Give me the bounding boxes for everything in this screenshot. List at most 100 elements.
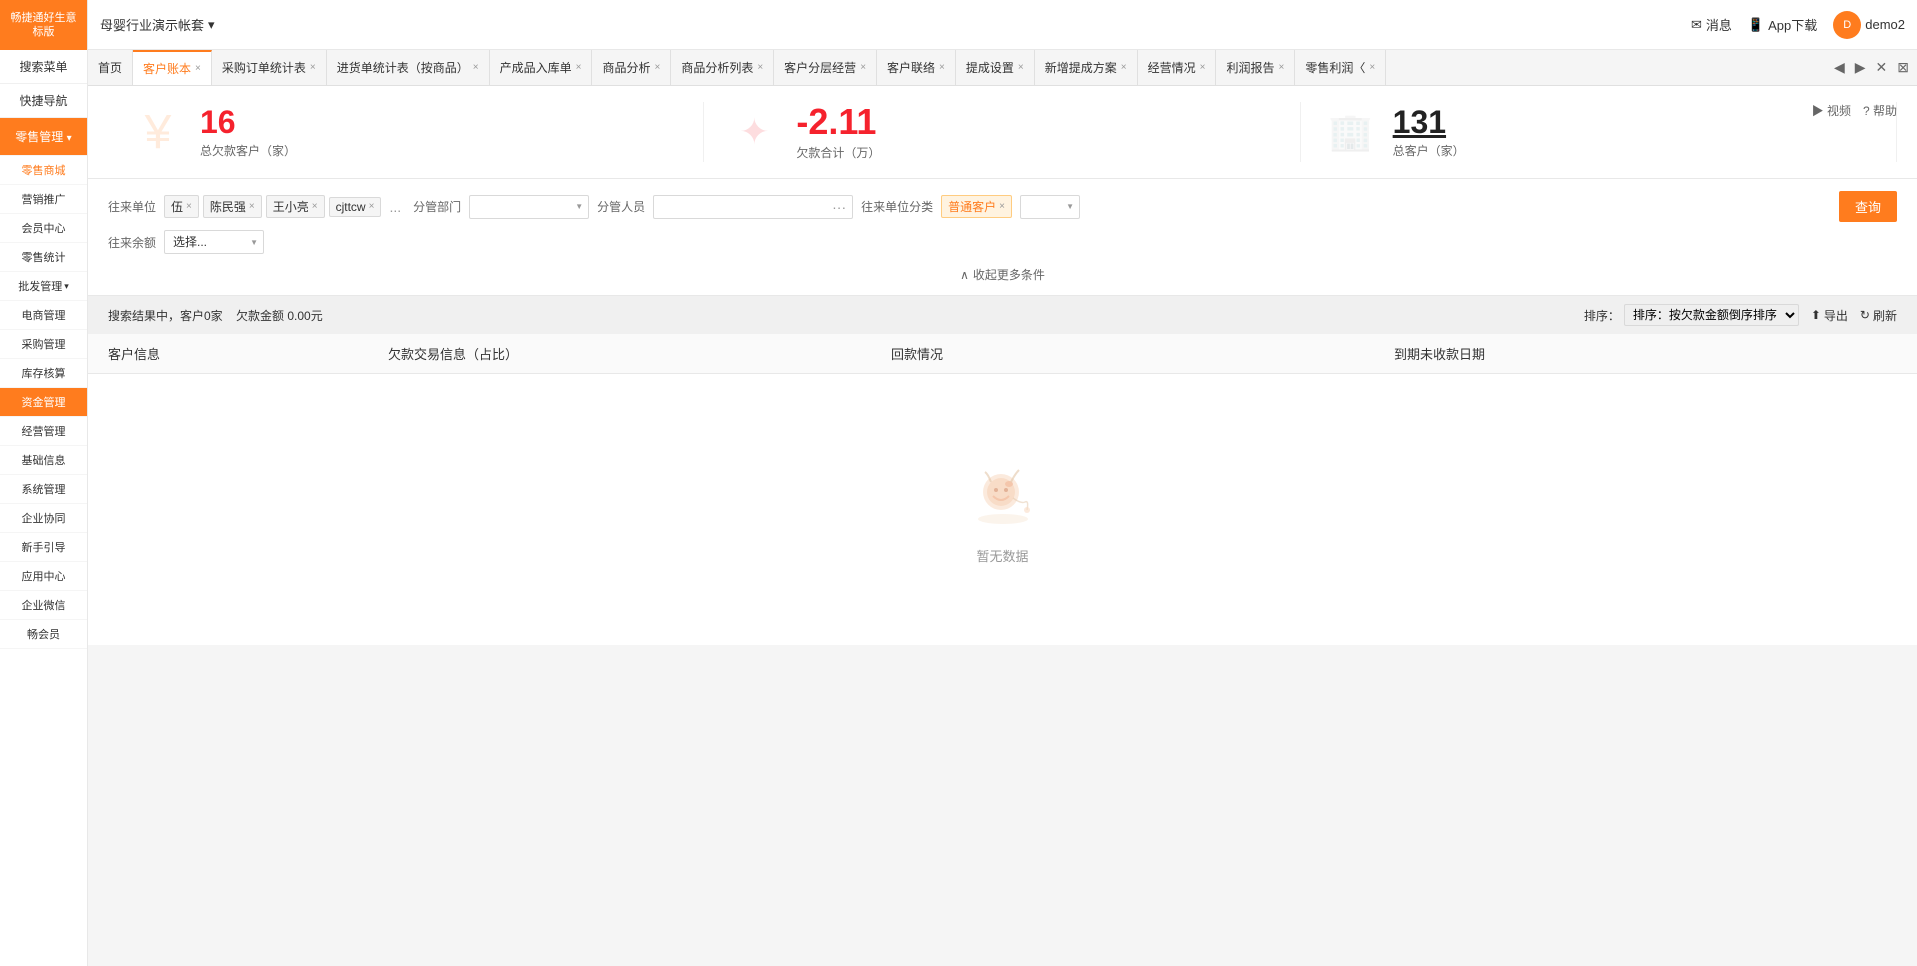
tab-maximize-icon[interactable]: ⊠ [1893, 57, 1913, 78]
sidebar-item-vip[interactable]: 畅会员 [0, 620, 87, 649]
top-bar-left: 母婴行业演示帐套 ▾ [100, 15, 215, 34]
sidebar-item-purchase[interactable]: 采购管理 [0, 330, 87, 359]
sidebar-item-finance[interactable]: 资金管理 [0, 388, 87, 417]
sidebar-item-app-center[interactable]: 应用中心 [0, 562, 87, 591]
unit-category-tags: 普通客户 × [941, 195, 1012, 218]
sidebar-item-inventory[interactable]: 库存核算 [0, 359, 87, 388]
tab-close-all-icon[interactable]: ✕ [1872, 57, 1892, 78]
tab-product-analysis[interactable]: 商品分析 × [592, 50, 671, 86]
tab-close-icon[interactable]: × [860, 62, 866, 73]
query-button[interactable]: 查询 [1839, 191, 1897, 222]
sort-select[interactable]: 排序：按欠款金额倒序排序 [1624, 304, 1799, 326]
results-summary: 搜索结果中，客户0家 欠款金额 0.00元 [108, 307, 323, 324]
tab-business-situation[interactable]: 经营情况 × [1138, 50, 1217, 86]
stat-customers-label: 总欠款客户（家） [200, 142, 683, 159]
stat-customers-icon: ¥ [128, 102, 188, 162]
tag-chenminqiang-remove[interactable]: × [249, 201, 255, 212]
tab-tips-settings[interactable]: 提成设置 × [956, 50, 1035, 86]
tab-close-icon[interactable]: × [1018, 62, 1024, 73]
sidebar-item-enterprise-collab[interactable]: 企业协同 [0, 504, 87, 533]
tab-customer-accounts[interactable]: 客户账本 × [133, 50, 212, 86]
logo-subtext: 标版 [33, 25, 55, 39]
app-download-btn[interactable]: 📱 App下载 [1748, 15, 1817, 34]
tab-close-icon[interactable]: × [1369, 62, 1375, 73]
tab-close-icon[interactable]: × [310, 62, 316, 73]
table-header: 客户信息 欠款交易信息（占比） 回款情况 到期未收款日期 [88, 334, 1917, 374]
tag-wangxiaoliang-remove[interactable]: × [312, 201, 318, 212]
tab-retail-profit[interactable]: 零售利润〈 × [1295, 50, 1386, 86]
tab-close-icon[interactable]: × [654, 62, 660, 73]
balance-select-wrapper: 选择... [164, 230, 264, 254]
refresh-btn[interactable]: ↻ 刷新 [1860, 307, 1897, 324]
tab-purchase-stats-by-product[interactable]: 进货单统计表（按商品） × [327, 50, 490, 86]
sidebar-item-retail-stats[interactable]: 零售统计 [0, 243, 87, 272]
tab-customer-segment[interactable]: 客户分层经营 × [774, 50, 877, 86]
quick-nav[interactable]: 快捷导航 [0, 84, 87, 118]
stats-bar: ¥ 16 总欠款客户（家） ✦ -2.11 欠款合计（万） 🏢 131 [88, 86, 1917, 179]
help-link[interactable]: ? 帮助 [1863, 102, 1897, 119]
message-btn[interactable]: ✉ 消息 [1691, 15, 1732, 34]
unit-category-select[interactable] [1020, 195, 1080, 219]
collapse-icon: ∧ [960, 268, 969, 282]
tag-normal-customer-remove[interactable]: × [999, 201, 1005, 212]
unit-filter-tags: 伍 × 陈民强 × 王小亮 × cjttcw × ... [164, 195, 405, 218]
refresh-icon: ↻ [1860, 308, 1870, 322]
tab-close-icon[interactable]: × [1121, 62, 1127, 73]
sidebar-item-ecommerce[interactable]: 电商管理 [0, 301, 87, 330]
person-input[interactable] [654, 196, 852, 218]
industry-selector[interactable]: 母婴行业演示帐套 ▾ [100, 15, 215, 34]
tab-profit-report[interactable]: 利润报告 × [1216, 50, 1295, 86]
tab-close-icon[interactable]: × [1200, 62, 1206, 73]
search-menu[interactable]: 搜索菜单 [0, 50, 87, 84]
expand-arrow-icon: ▾ [67, 133, 72, 144]
table-header-customer: 客户信息 [108, 344, 388, 363]
play-icon: ▶ [1812, 104, 1824, 118]
user-avatar-btn[interactable]: D demo2 [1833, 11, 1905, 39]
tag-cjttcw-remove[interactable]: × [369, 201, 375, 212]
tab-close-icon[interactable]: × [1278, 62, 1284, 73]
sidebar-item-basic-info[interactable]: 基础信息 [0, 446, 87, 475]
sidebar-item-operations[interactable]: 经营管理 [0, 417, 87, 446]
export-btn[interactable]: ⬆ 导出 [1811, 307, 1848, 324]
tab-new-achievement[interactable]: 新增提成方案 × [1035, 50, 1138, 86]
tab-controls: ◀ ▶ ✕ ⊠ [1830, 57, 1917, 78]
sort-label: 排序： [1584, 307, 1620, 324]
tab-product-cost-receipt[interactable]: 产成品入库单 × [490, 50, 593, 86]
dept-select[interactable] [469, 195, 589, 219]
stat-total-label: 总客户（家） [1393, 142, 1876, 159]
tab-purchase-order-stats[interactable]: 采购订单统计表 × [212, 50, 327, 86]
tab-product-analysis-list[interactable]: 商品分析列表 × [671, 50, 774, 86]
sidebar-item-marketing[interactable]: 营销推广 [0, 185, 87, 214]
tab-close-icon[interactable]: × [576, 62, 582, 73]
collapse-filters-btn[interactable]: ∧ 收起更多条件 [108, 262, 1897, 287]
dept-filter-label: 分管部门 [413, 198, 461, 215]
tab-home[interactable]: 首页 [88, 50, 133, 86]
tab-prev-icon[interactable]: ◀ [1830, 57, 1849, 78]
sidebar-item-member[interactable]: 会员中心 [0, 214, 87, 243]
download-icon: 📱 [1748, 17, 1764, 33]
sidebar-item-retail-mall[interactable]: 零售商城 [0, 156, 87, 185]
sidebar-item-new-guide[interactable]: 新手引导 [0, 533, 87, 562]
sidebar-item-system[interactable]: 系统管理 [0, 475, 87, 504]
tab-close-icon[interactable]: × [939, 62, 945, 73]
table-header-repayment: 回款情况 [891, 344, 1394, 363]
tab-next-icon[interactable]: ▶ [1851, 57, 1870, 78]
sidebar-item-wholesale[interactable]: 批发管理 ▾ [0, 272, 87, 301]
avatar: D [1833, 11, 1861, 39]
person-input-dots-icon[interactable]: ··· [832, 199, 846, 215]
tab-close-icon[interactable]: × [473, 62, 479, 73]
filter-more-tags[interactable]: ... [385, 197, 405, 217]
stat-customers: ¥ 16 总欠款客户（家） [108, 102, 704, 162]
tab-close-icon[interactable]: × [757, 62, 763, 73]
stat-total-customers: 🏢 131 总客户（家） [1301, 102, 1897, 162]
top-bar-right: ✉ 消息 📱 App下载 D demo2 [1691, 11, 1905, 39]
tab-close-icon[interactable]: × [195, 63, 201, 74]
person-input-wrapper: ··· [653, 195, 853, 219]
sidebar-item-retail-mgmt[interactable]: 零售管理 ▾ [0, 118, 87, 156]
balance-select[interactable]: 选择... [164, 230, 264, 254]
video-link[interactable]: ▶ 视频 [1812, 102, 1851, 119]
tab-customer-contact[interactable]: 客户联络 × [877, 50, 956, 86]
sidebar-item-enterprise-wechat[interactable]: 企业微信 [0, 591, 87, 620]
sort-select-wrapper: 排序： 排序：按欠款金额倒序排序 [1584, 304, 1799, 326]
tag-wu-remove[interactable]: × [186, 201, 192, 212]
